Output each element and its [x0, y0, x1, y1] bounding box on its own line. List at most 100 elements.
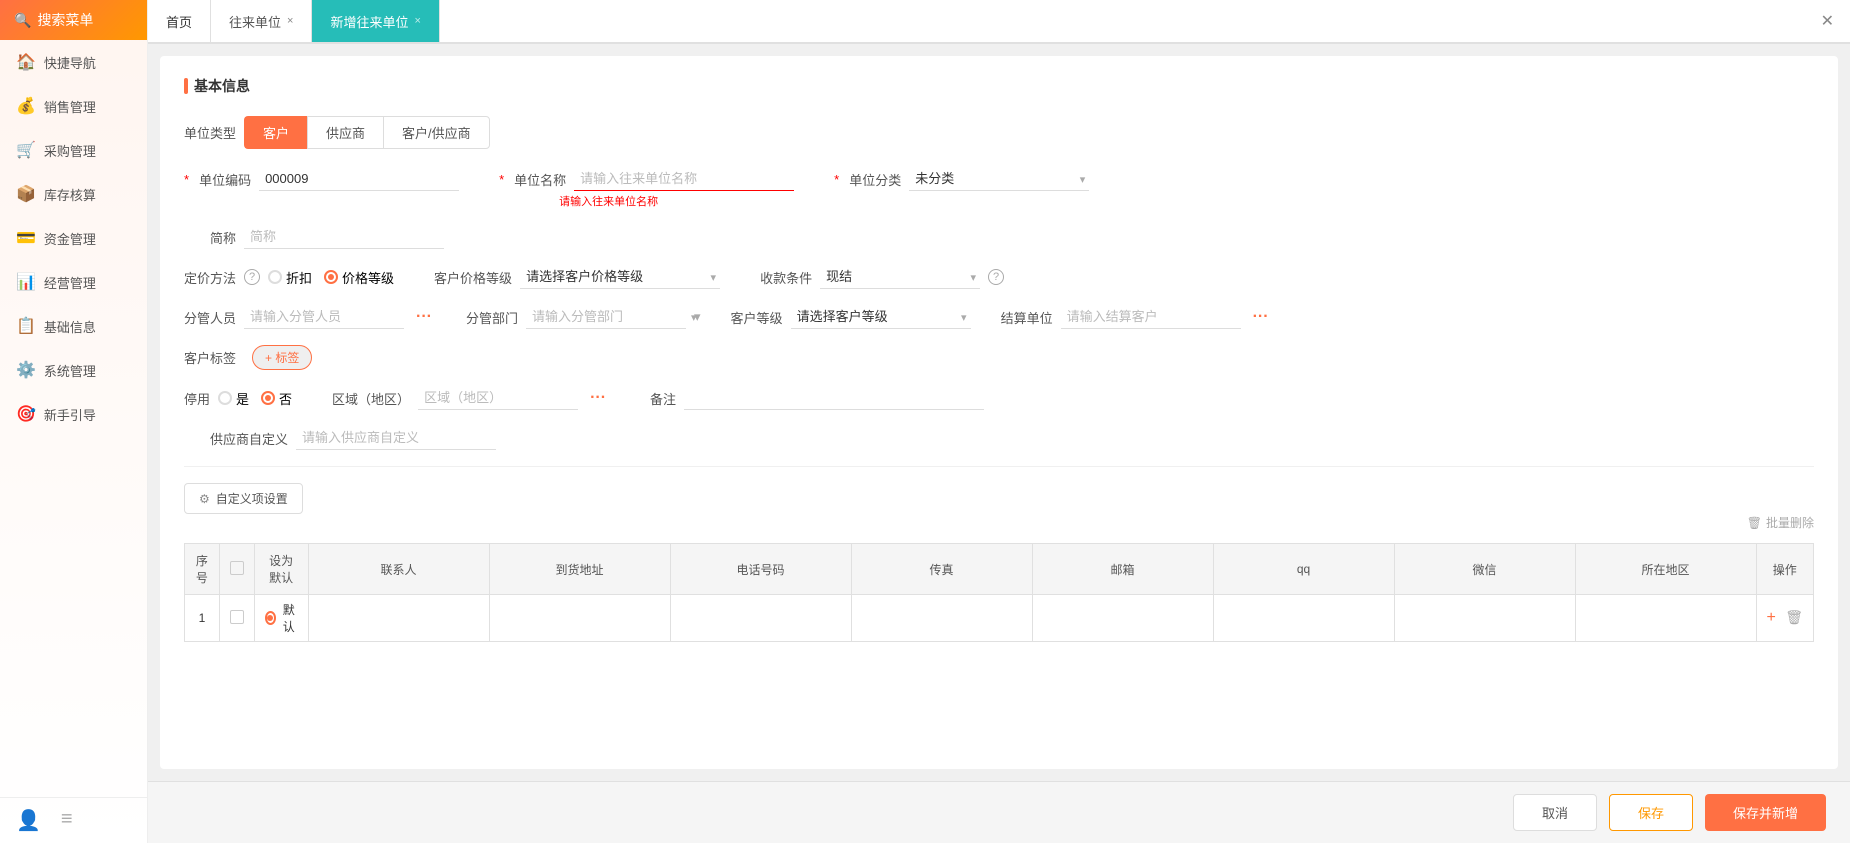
- unit-code-label: 单位编码: [199, 170, 251, 189]
- row-email[interactable]: [1032, 595, 1213, 642]
- unit-name-field: * 单位名称 请输入往来单位名称: [499, 167, 794, 209]
- sidebar-item-operations[interactable]: 📊 经营管理: [0, 260, 147, 304]
- tab-partners-close[interactable]: ×: [287, 15, 293, 27]
- payment-terms-select[interactable]: 现结: [820, 265, 980, 289]
- select-all-checkbox[interactable]: [230, 561, 244, 575]
- row-phone[interactable]: [670, 595, 851, 642]
- basic-info-icon: 📋: [16, 316, 36, 336]
- payment-terms-wrapper: 现结: [820, 265, 980, 289]
- pricing-discount-circle: [268, 270, 282, 284]
- row-contact[interactable]: [308, 595, 489, 642]
- sidebar-item-basic-info[interactable]: 📋 基础信息: [0, 304, 147, 348]
- operations-icon: 📊: [16, 272, 36, 292]
- sidebar-item-label: 新手引导: [44, 405, 96, 424]
- region-input[interactable]: [418, 386, 578, 410]
- payment-help-icon[interactable]: ?: [988, 269, 1004, 285]
- row-select-checkbox[interactable]: [230, 610, 244, 624]
- unit-code-field: * 单位编码: [184, 167, 459, 191]
- tab-bar: 首页 往来单位 × 新增往来单位 × ✕: [148, 0, 1850, 44]
- remark-input[interactable]: [684, 386, 984, 410]
- pricing-level-circle: [324, 270, 338, 284]
- save-new-button[interactable]: 保存并新增: [1705, 794, 1826, 831]
- manager-input[interactable]: [244, 305, 404, 329]
- disabled-yes-radio[interactable]: 是: [218, 389, 249, 408]
- disabled-label: 停用: [184, 389, 210, 408]
- save-button[interactable]: 保存: [1609, 794, 1693, 831]
- tab-new-partner-close[interactable]: ×: [414, 15, 420, 27]
- add-tag-button[interactable]: + 标签: [252, 345, 312, 370]
- settlement-unit-more-btn[interactable]: ···: [1249, 308, 1273, 326]
- form-divider: [184, 466, 1814, 467]
- disabled-field: 停用 是 否: [184, 389, 292, 408]
- unit-name-input[interactable]: [574, 167, 794, 191]
- settlement-unit-input[interactable]: [1061, 305, 1241, 329]
- unit-type-both[interactable]: 客户/供应商: [383, 116, 490, 149]
- customer-price-level-label: 客户价格等级: [434, 268, 512, 287]
- tab-home[interactable]: 首页: [148, 0, 211, 42]
- sidebar-item-label: 销售管理: [44, 97, 96, 116]
- pricing-help-icon[interactable]: ?: [244, 269, 260, 285]
- sidebar-user-icon[interactable]: 👤: [16, 808, 41, 833]
- sales-icon: 💰: [16, 96, 36, 116]
- sidebar-item-system[interactable]: ⚙️ 系统管理: [0, 348, 147, 392]
- sidebar-item-guide[interactable]: 🎯 新手引导: [0, 392, 147, 436]
- pricing-level-radio[interactable]: 价格等级: [324, 268, 394, 287]
- disabled-no-radio[interactable]: 否: [261, 389, 292, 408]
- unit-type-customer[interactable]: 客户: [244, 116, 307, 149]
- pricing-level-label: 价格等级: [342, 268, 394, 287]
- sidebar-expand-icon[interactable]: ≡: [61, 808, 73, 833]
- form-content: 基本信息 单位类型 客户 供应商 客户/供应商 * 单位编码 *: [160, 56, 1838, 769]
- tab-home-label: 首页: [166, 12, 192, 31]
- pricing-method-field: 定价方法 ? 折扣 价格等级: [184, 268, 394, 287]
- customer-level-select[interactable]: 请选择客户等级: [791, 305, 971, 329]
- unit-code-required: *: [184, 172, 189, 187]
- row-default-radio[interactable]: 默认: [265, 601, 298, 635]
- abbr-input[interactable]: [244, 225, 444, 249]
- section-title: 基本信息: [194, 76, 250, 96]
- row-qq[interactable]: [1213, 595, 1394, 642]
- manager-more-btn[interactable]: ···: [412, 308, 436, 326]
- pricing-method-label: 定价方法: [184, 268, 236, 287]
- unit-type-field: 单位类型 客户 供应商 客户/供应商: [184, 116, 490, 149]
- unit-name-required: *: [499, 172, 504, 187]
- contact-table: 序号 设为默认 联系人 到货地址 电话号码 传真 邮箱 qq 微信 所在地区 操…: [184, 543, 1814, 642]
- unit-category-wrapper: 未分类: [909, 167, 1089, 191]
- region-more-btn[interactable]: ···: [586, 389, 610, 407]
- unit-name-error: 请输入往来单位名称: [559, 196, 658, 208]
- row-add-btn[interactable]: +: [1767, 609, 1776, 626]
- sidebar-item-quick-nav[interactable]: 🏠 快捷导航: [0, 40, 147, 84]
- region-field: 区域（地区） ···: [332, 386, 610, 410]
- customer-price-level-field: 客户价格等级 请选择客户价格等级: [434, 265, 720, 289]
- unit-category-select[interactable]: 未分类: [909, 167, 1089, 191]
- sidebar-item-purchase[interactable]: 🛒 采购管理: [0, 128, 147, 172]
- col-phone: 电话号码: [670, 544, 851, 595]
- cancel-button[interactable]: 取消: [1513, 794, 1597, 831]
- custom-settings-button[interactable]: ⚙ 自定义项设置: [184, 483, 303, 514]
- row-fax[interactable]: [851, 595, 1032, 642]
- customer-level-wrapper: 请选择客户等级: [791, 305, 971, 329]
- supplier-custom-input[interactable]: [296, 426, 496, 450]
- sidebar-item-sales[interactable]: 💰 销售管理: [0, 84, 147, 128]
- unit-code-input[interactable]: [259, 167, 459, 191]
- batch-delete-label: 批量删除: [1766, 514, 1814, 531]
- sidebar-item-label: 快捷导航: [44, 53, 96, 72]
- sidebar-item-inventory[interactable]: 📦 库存核算: [0, 172, 147, 216]
- tab-partners[interactable]: 往来单位 ×: [211, 0, 312, 42]
- customer-price-level-select[interactable]: 请选择客户价格等级: [520, 265, 720, 289]
- row-delete-btn[interactable]: 🗑: [1785, 609, 1803, 625]
- remark-field: 备注: [650, 386, 984, 410]
- tab-new-partner[interactable]: 新增往来单位 ×: [312, 0, 439, 42]
- finance-icon: 💳: [16, 228, 36, 248]
- col-checkbox: [219, 544, 254, 595]
- pricing-discount-radio[interactable]: 折扣: [268, 268, 312, 287]
- row-wechat[interactable]: [1394, 595, 1575, 642]
- row-location[interactable]: [1575, 595, 1756, 642]
- search-menu[interactable]: 🔍 搜索菜单: [0, 0, 147, 40]
- batch-delete[interactable]: 🗑 批量删除: [184, 514, 1814, 531]
- unit-type-supplier[interactable]: 供应商: [307, 116, 383, 149]
- row-address[interactable]: [489, 595, 670, 642]
- sidebar-item-finance[interactable]: 💳 资金管理: [0, 216, 147, 260]
- window-close-button[interactable]: ✕: [1805, 0, 1850, 42]
- dept-input[interactable]: [526, 305, 686, 329]
- disabled-row: 停用 是 否 区域（地区） ··· 备注: [184, 386, 1814, 410]
